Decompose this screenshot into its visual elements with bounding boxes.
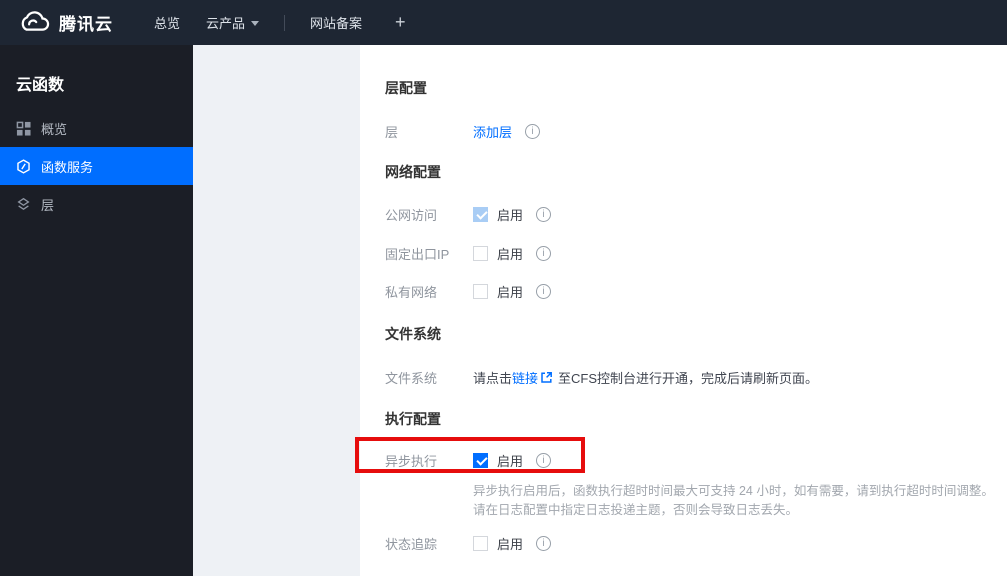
chevron-down-icon	[251, 21, 260, 26]
file-system-note: 请点击 链接 至CFS控制台进行开通，完成后请刷新页面。	[473, 368, 818, 387]
async-description-line1: 异步执行启用后，函数执行超时时间最大可支持 24 小时，如有需要，请到执行超时时…	[473, 484, 994, 498]
async-description-line2: 请在日志配置中指定日志投递主题，否则会导致日志丢失。	[473, 503, 799, 517]
info-icon[interactable]: i	[525, 124, 541, 139]
external-link-icon[interactable]	[540, 371, 553, 384]
secondary-panel	[193, 45, 360, 576]
nav-divider	[284, 14, 286, 31]
layer-row: 层 添加层 i	[385, 122, 541, 141]
async-execution-row: 异步执行 启用 i	[385, 452, 552, 469]
public-network-row: 公网访问 启用 i	[385, 206, 552, 223]
sidebar-item-label: 概览	[41, 121, 68, 137]
public-network-label: 公网访问	[385, 208, 438, 223]
public-network-checkbox	[473, 207, 488, 222]
section-heading-layer-config: 层配置	[385, 80, 427, 96]
topbar: 腾讯云 总览 云产品 网站备案 +	[0, 0, 1007, 45]
info-icon[interactable]: i	[536, 207, 552, 222]
nav-overview[interactable]: 总览	[141, 13, 193, 32]
section-heading-execution-config: 执行配置	[385, 411, 441, 427]
top-navigation: 总览 云产品 网站备案 +	[141, 12, 420, 33]
note-suffix: 至CFS控制台进行开通，完成后请刷新页面。	[558, 371, 819, 386]
nav-overview-label: 总览	[154, 16, 181, 31]
tencent-cloud-logo-icon[interactable]	[18, 10, 50, 35]
async-execution-label: 异步执行	[385, 454, 438, 469]
section-heading-network-config: 网络配置	[385, 164, 441, 180]
enable-label: 启用	[497, 537, 524, 552]
fixed-outbound-ip-label: 固定出口IP	[385, 247, 450, 262]
section-heading-file-system: 文件系统	[385, 326, 441, 342]
nav-icp-filing-label: 网站备案	[310, 16, 363, 31]
add-tab-icon[interactable]: +	[381, 12, 420, 33]
info-icon[interactable]: i	[536, 453, 552, 468]
status-tracking-row: 状态追踪 启用 i	[385, 535, 552, 552]
sidebar-product-title: 云函数	[16, 77, 65, 94]
sidebar-item-label: 层	[41, 197, 55, 213]
file-system-label: 文件系统	[385, 371, 438, 386]
fixed-outbound-ip-row: 固定出口IP 启用 i	[385, 245, 552, 262]
function-config-panel: 层配置 层 添加层 i 网络配置 公网访问 启用 i 固定出口IP 启用 i 私…	[355, 45, 1007, 576]
fixed-outbound-ip-checkbox[interactable]	[473, 246, 488, 261]
sidebar-item-label: 函数服务	[41, 159, 94, 175]
nav-cloud-products[interactable]: 云产品	[193, 13, 272, 32]
info-icon[interactable]: i	[536, 536, 552, 551]
note-prefix: 请点击	[473, 371, 513, 386]
async-execution-checkbox[interactable]	[473, 453, 488, 468]
add-layer-link[interactable]: 添加层	[473, 122, 512, 141]
sidebar-item-overview[interactable]: 概览	[0, 109, 193, 147]
tencent-cloud-console: 腾讯云 总览 云产品 网站备案 + 云函数 概览 函数服务 层 层配置 层 添加…	[0, 0, 1007, 576]
enable-label: 启用	[497, 247, 524, 262]
grid-icon	[16, 121, 31, 136]
enable-label: 启用	[497, 454, 524, 469]
private-network-label: 私有网络	[385, 285, 438, 300]
function-hexagon-icon	[16, 158, 31, 174]
status-tracking-label: 状态追踪	[385, 537, 438, 552]
sidebar-item-layers[interactable]: 层	[0, 185, 193, 223]
status-tracking-checkbox[interactable]	[473, 536, 488, 551]
layers-icon	[16, 197, 31, 212]
sidebar-item-function-service[interactable]: 函数服务	[0, 147, 193, 185]
sidebar: 云函数 概览 函数服务 层	[0, 45, 193, 576]
file-system-row: 文件系统 请点击 链接 至CFS控制台进行开通，完成后请刷新页面。	[385, 369, 818, 386]
cfs-console-link[interactable]: 链接	[512, 368, 538, 387]
enable-label: 启用	[497, 285, 524, 300]
private-network-checkbox[interactable]	[473, 284, 488, 299]
nav-cloud-products-label: 云产品	[206, 16, 246, 31]
nav-icp-filing[interactable]: 网站备案	[297, 13, 375, 32]
sidebar-menu: 概览 函数服务 层	[0, 109, 193, 223]
brand-title[interactable]: 腾讯云	[59, 10, 113, 35]
async-execution-description: 异步执行启用后，函数执行超时时间最大可支持 24 小时，如有需要，请到执行超时时…	[473, 482, 1007, 520]
enable-label: 启用	[497, 208, 524, 223]
info-icon[interactable]: i	[536, 284, 552, 299]
private-network-row: 私有网络 启用 i	[385, 283, 552, 300]
layer-label: 层	[385, 125, 399, 140]
info-icon[interactable]: i	[536, 246, 552, 261]
